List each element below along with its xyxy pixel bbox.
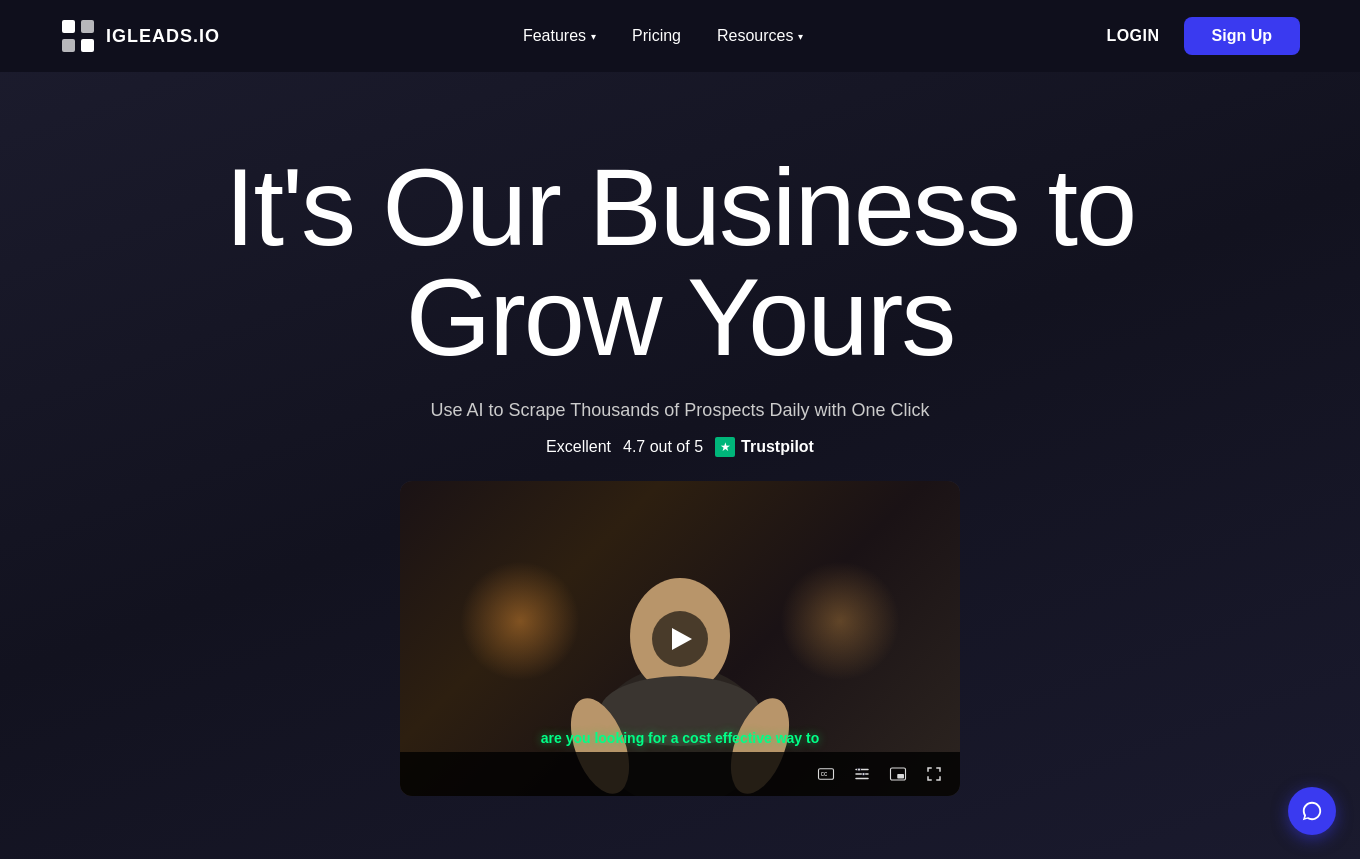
- logo-link[interactable]: IGLEADS.IO: [60, 18, 220, 54]
- video-thumbnail: are you looking for a cost effective way…: [400, 481, 960, 796]
- trustpilot-star-icon: ★: [715, 437, 735, 457]
- resources-chevron-icon: ▾: [798, 31, 803, 42]
- trustpilot-name: Trustpilot: [741, 438, 814, 456]
- nav-resources[interactable]: Resources ▾: [717, 27, 803, 45]
- nav-features[interactable]: Features ▾: [523, 27, 596, 45]
- svg-rect-20: [897, 774, 904, 779]
- svg-point-16: [858, 768, 860, 770]
- logo-text: IGLEADS.IO: [106, 26, 220, 47]
- chat-bubble-icon: [1301, 800, 1323, 822]
- hero-subtitle: Use AI to Scrape Thousands of Prospects …: [431, 400, 930, 421]
- nav-right: LOGIN Sign Up: [1106, 17, 1300, 55]
- svg-rect-3: [81, 39, 94, 52]
- pricing-label: Pricing: [632, 27, 681, 45]
- svg-rect-14: [855, 778, 869, 780]
- video-controls-bar: CC: [400, 752, 960, 796]
- svg-rect-0: [62, 20, 75, 33]
- svg-rect-1: [81, 20, 94, 33]
- resources-label: Resources: [717, 27, 793, 45]
- nav-pricing[interactable]: Pricing: [632, 27, 681, 45]
- play-button[interactable]: [652, 611, 708, 667]
- trustpilot-excellent: Excellent: [546, 438, 611, 456]
- logo-icon: [60, 18, 96, 54]
- video-container: are you looking for a cost effective way…: [400, 481, 960, 796]
- hero-title-line2: Grow Yours: [406, 255, 955, 378]
- play-triangle-icon: [672, 628, 692, 650]
- features-label: Features: [523, 27, 586, 45]
- chat-bubble-button[interactable]: [1288, 787, 1336, 835]
- fullscreen-control-icon[interactable]: [920, 760, 948, 788]
- trustpilot-logo[interactable]: ★ Trustpilot: [715, 437, 814, 457]
- svg-text:CC: CC: [821, 772, 828, 777]
- login-button[interactable]: LOGIN: [1106, 27, 1159, 45]
- svg-rect-2: [62, 39, 75, 52]
- navbar: IGLEADS.IO Features ▾ Pricing Resources …: [0, 0, 1360, 72]
- hero-title-line1: It's Our Business to: [225, 145, 1135, 268]
- hero-section: It's Our Business to Grow Yours Use AI t…: [0, 72, 1360, 836]
- video-caption: are you looking for a cost effective way…: [541, 730, 820, 746]
- chapters-control-icon[interactable]: [848, 760, 876, 788]
- trustpilot-rating: 4.7 out of 5: [623, 438, 703, 456]
- features-chevron-icon: ▾: [591, 31, 596, 42]
- pip-control-icon[interactable]: [884, 760, 912, 788]
- hero-title: It's Our Business to Grow Yours: [225, 152, 1135, 372]
- signup-button[interactable]: Sign Up: [1184, 17, 1300, 55]
- trustpilot-row: Excellent 4.7 out of 5 ★ Trustpilot: [546, 437, 814, 457]
- nav-center: Features ▾ Pricing Resources ▾: [523, 27, 804, 45]
- cc-control-icon[interactable]: CC: [812, 760, 840, 788]
- svg-point-18: [862, 773, 864, 775]
